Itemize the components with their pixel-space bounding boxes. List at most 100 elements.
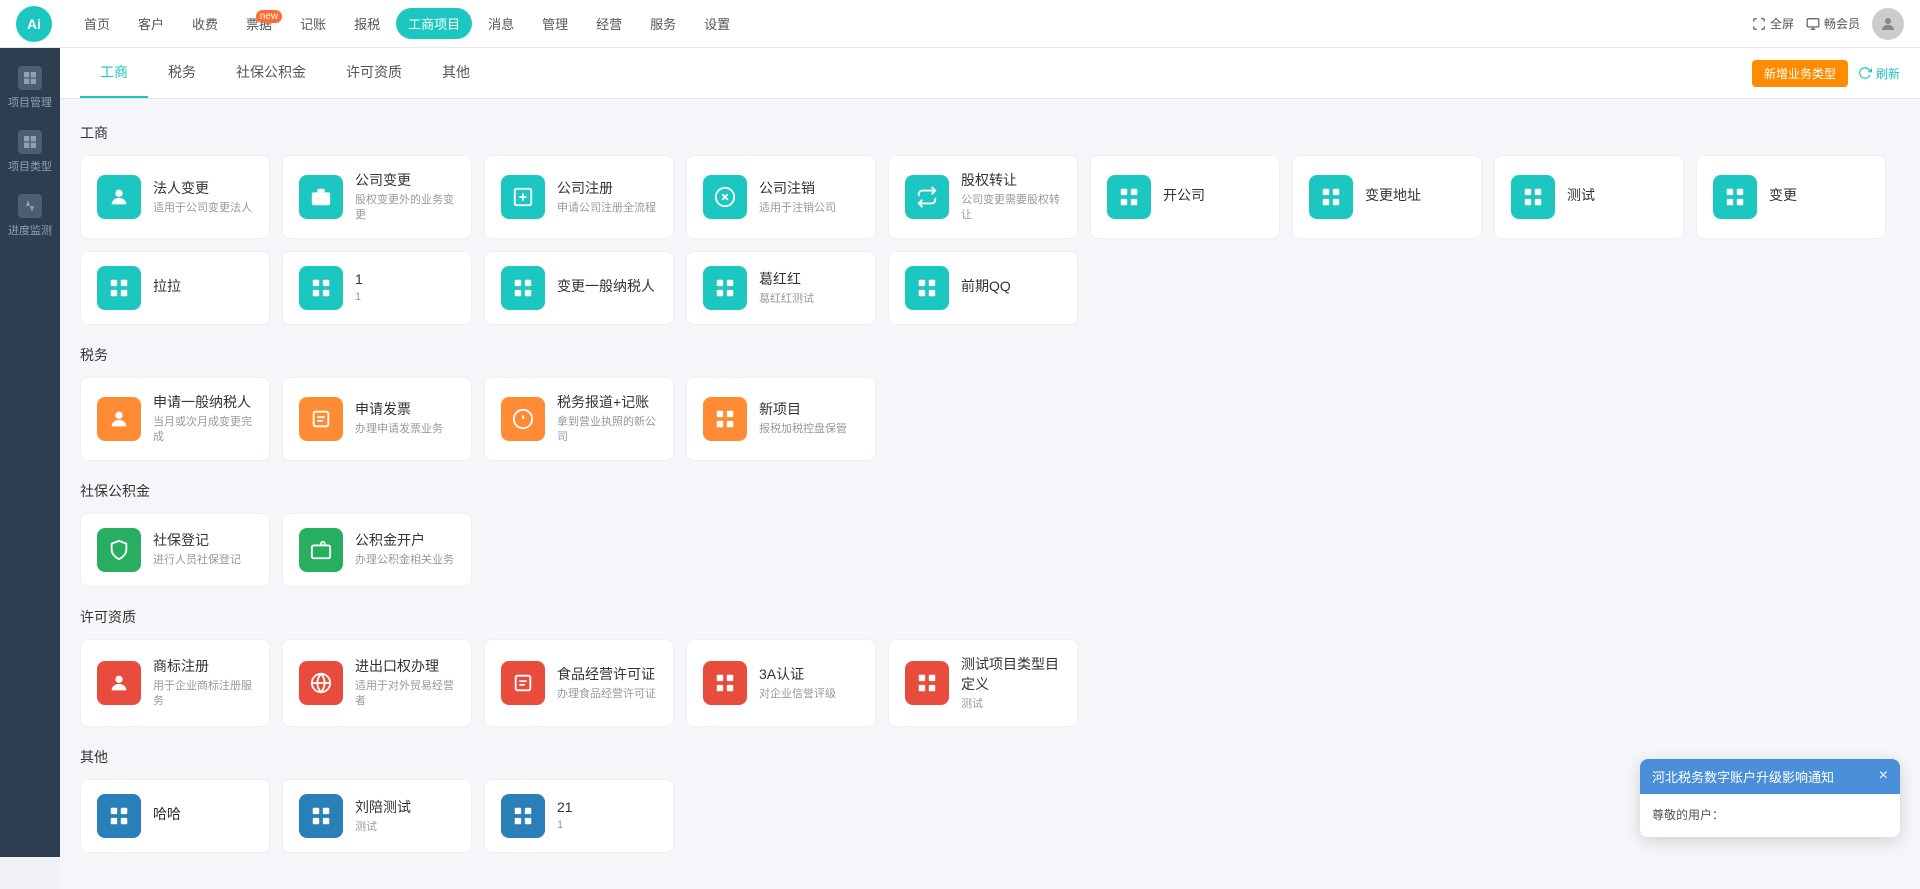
sub-tab-business[interactable]: 工商 (80, 48, 148, 98)
card-import-export[interactable]: 进出口权办理 适用于对外贸易经营者 (282, 639, 472, 727)
nav-tax[interactable]: 报税 (342, 8, 392, 39)
card-liu-pei-desc: 测试 (355, 820, 411, 835)
card-trademark[interactable]: 商标注册 用于企业商标注册服务 (80, 639, 270, 727)
nav-settings[interactable]: 设置 (692, 8, 742, 39)
nav-management[interactable]: 管理 (530, 8, 580, 39)
top-nav: Ai 首页 客户 收费 票据 new 记账 报税 工商项目 消息 管理 经营 服… (0, 0, 1920, 48)
company-change-icon (299, 175, 343, 219)
card-test[interactable]: 测试 (1494, 155, 1684, 239)
top-nav-right: 全屏 畅会员 (1752, 8, 1904, 40)
card-trademark-title: 商标注册 (153, 656, 253, 676)
sub-tab-license[interactable]: 许可资质 (326, 48, 422, 98)
card-company-change[interactable]: 公司变更 股权变更外的业务变更 (282, 155, 472, 239)
import-export-icon (299, 661, 343, 705)
prev-qq-icon (905, 266, 949, 310)
card-change-address[interactable]: 变更地址 (1292, 155, 1482, 239)
card-social-register[interactable]: 社保登记 进行人员社保登记 (80, 513, 270, 587)
card-fund-account[interactable]: 公积金开户 办理公积金相关业务 (282, 513, 472, 587)
card-ge-honghong[interactable]: 葛红红 葛红红测试 (686, 251, 876, 325)
nav-services[interactable]: 服务 (638, 8, 688, 39)
card-apply-invoice-desc: 办理申请发票业务 (355, 422, 443, 437)
project-manage-icon (18, 66, 42, 90)
card-company-change-title: 公司变更 (355, 170, 455, 190)
card-test-title: 测试 (1567, 185, 1595, 205)
card-company-register[interactable]: 公司注册 申请公司注册全流程 (484, 155, 674, 239)
project-type-icon (18, 130, 42, 154)
card-one[interactable]: 1 1 (282, 251, 472, 325)
card-apply-invoice[interactable]: 申请发票 办理申请发票业务 (282, 377, 472, 461)
card-lala[interactable]: 拉拉 (80, 251, 270, 325)
sidebar-item-project-type[interactable]: 项目类型 (0, 120, 60, 184)
card-import-export-desc: 适用于对外贸易经营者 (355, 679, 455, 710)
test-icon (1511, 175, 1555, 219)
card-test-type-title: 测试项目类型目定义 (961, 654, 1061, 694)
card-liu-pei-test[interactable]: 刘陪测试 测试 (282, 779, 472, 853)
nav-customers[interactable]: 客户 (126, 8, 176, 39)
card-test-type[interactable]: 测试项目类型目定义 测试 (888, 639, 1078, 727)
card-company-cancel[interactable]: 公司注销 适用于注销公司 (686, 155, 876, 239)
card-3a-cert[interactable]: 3A认证 对企业信誉评级 (686, 639, 876, 727)
card-twenty-one[interactable]: 21 1 (484, 779, 674, 853)
card-legal-change[interactable]: 法人变更 适用于公司变更法人 (80, 155, 270, 239)
equity-transfer-icon (905, 175, 949, 219)
card-legal-change-desc: 适用于公司变更法人 (153, 201, 252, 216)
nav-accounts[interactable]: 记账 (288, 8, 338, 39)
card-import-export-title: 进出口权办理 (355, 656, 455, 676)
card-prev-qq[interactable]: 前期QQ (888, 251, 1078, 325)
fullscreen-button[interactable]: 全屏 (1752, 15, 1794, 32)
section-title-other: 其他 (80, 747, 1900, 767)
section-title-tax: 税务 (80, 345, 1900, 365)
sub-tabs: 工商 税务 社保公积金 许可资质 其他 新增业务类型 刷新 (60, 48, 1920, 99)
sidebar-item-project-manage[interactable]: 项目管理 (0, 56, 60, 120)
member-button[interactable]: 畅会员 (1806, 15, 1860, 32)
refresh-button[interactable]: 刷新 (1858, 65, 1900, 82)
card-new-project[interactable]: 新项目 报税加税控盘保管 (686, 377, 876, 461)
sub-tab-actions: 新增业务类型 刷新 (1752, 60, 1900, 87)
sub-tab-tax[interactable]: 税务 (148, 48, 216, 98)
section-title-social-fund: 社保公积金 (80, 481, 1900, 501)
card-haha[interactable]: 哈哈 (80, 779, 270, 853)
sidebar-item-progress-monitor[interactable]: 进度监测 (0, 184, 60, 248)
nav-business[interactable]: 工商项目 (396, 8, 472, 39)
card-apply-invoice-title: 申请发票 (355, 399, 443, 419)
notif-header: 河北税务数字账户升级影响通知 × (1640, 759, 1900, 794)
nav-billing[interactable]: 收费 (180, 8, 230, 39)
card-food-license-desc: 办理食品经营许可证 (557, 687, 656, 702)
card-tax-report-desc: 拿到营业执照的新公司 (557, 415, 657, 446)
user-avatar[interactable] (1872, 8, 1904, 40)
section-title-business: 工商 (80, 123, 1900, 143)
card-change[interactable]: 变更 (1696, 155, 1886, 239)
business-card-grid: 法人变更 适用于公司变更法人 公司变更 股权变更外的业务变更 公司注册 (80, 155, 1900, 325)
card-open-company-title: 开公司 (1163, 185, 1205, 205)
card-change-taxpayer[interactable]: 变更一般纳税人 (484, 251, 674, 325)
card-social-register-desc: 进行人员社保登记 (153, 553, 241, 568)
card-food-license[interactable]: 食品经营许可证 办理食品经营许可证 (484, 639, 674, 727)
change-icon (1713, 175, 1757, 219)
card-haha-title: 哈哈 (153, 804, 181, 824)
nav-messages[interactable]: 消息 (476, 8, 526, 39)
company-register-icon (501, 175, 545, 219)
sub-tab-social-fund[interactable]: 社保公积金 (216, 48, 326, 98)
card-change-address-title: 变更地址 (1365, 185, 1421, 205)
sidebar: 项目管理 项目类型 进度监测 (0, 48, 60, 857)
new-type-button[interactable]: 新增业务类型 (1752, 60, 1848, 87)
card-3a-cert-title: 3A认证 (759, 664, 836, 684)
nav-tickets[interactable]: 票据 new (234, 8, 284, 39)
nav-home[interactable]: 首页 (72, 8, 122, 39)
card-tax-report-accounts[interactable]: 税务报道+记账 拿到营业执照的新公司 (484, 377, 674, 461)
3a-cert-icon (703, 661, 747, 705)
sub-tab-other[interactable]: 其他 (422, 48, 490, 98)
card-3a-cert-desc: 对企业信誉评级 (759, 687, 836, 702)
card-change-taxpayer-title: 变更一般纳税人 (557, 276, 655, 296)
change-taxpayer-icon (501, 266, 545, 310)
card-apply-taxpayer[interactable]: 申请一般纳税人 当月或次月成变更完成 (80, 377, 270, 461)
apply-invoice-icon (299, 397, 343, 441)
nav-operations[interactable]: 经营 (584, 8, 634, 39)
notif-close-button[interactable]: × (1879, 767, 1888, 785)
card-company-register-title: 公司注册 (557, 178, 656, 198)
card-company-cancel-desc: 适用于注销公司 (759, 201, 836, 216)
card-equity-transfer[interactable]: 股权转让 公司变更需要股权转让 (888, 155, 1078, 239)
card-one-desc: 1 (355, 290, 363, 305)
legal-change-icon (97, 175, 141, 219)
card-open-company[interactable]: 开公司 (1090, 155, 1280, 239)
